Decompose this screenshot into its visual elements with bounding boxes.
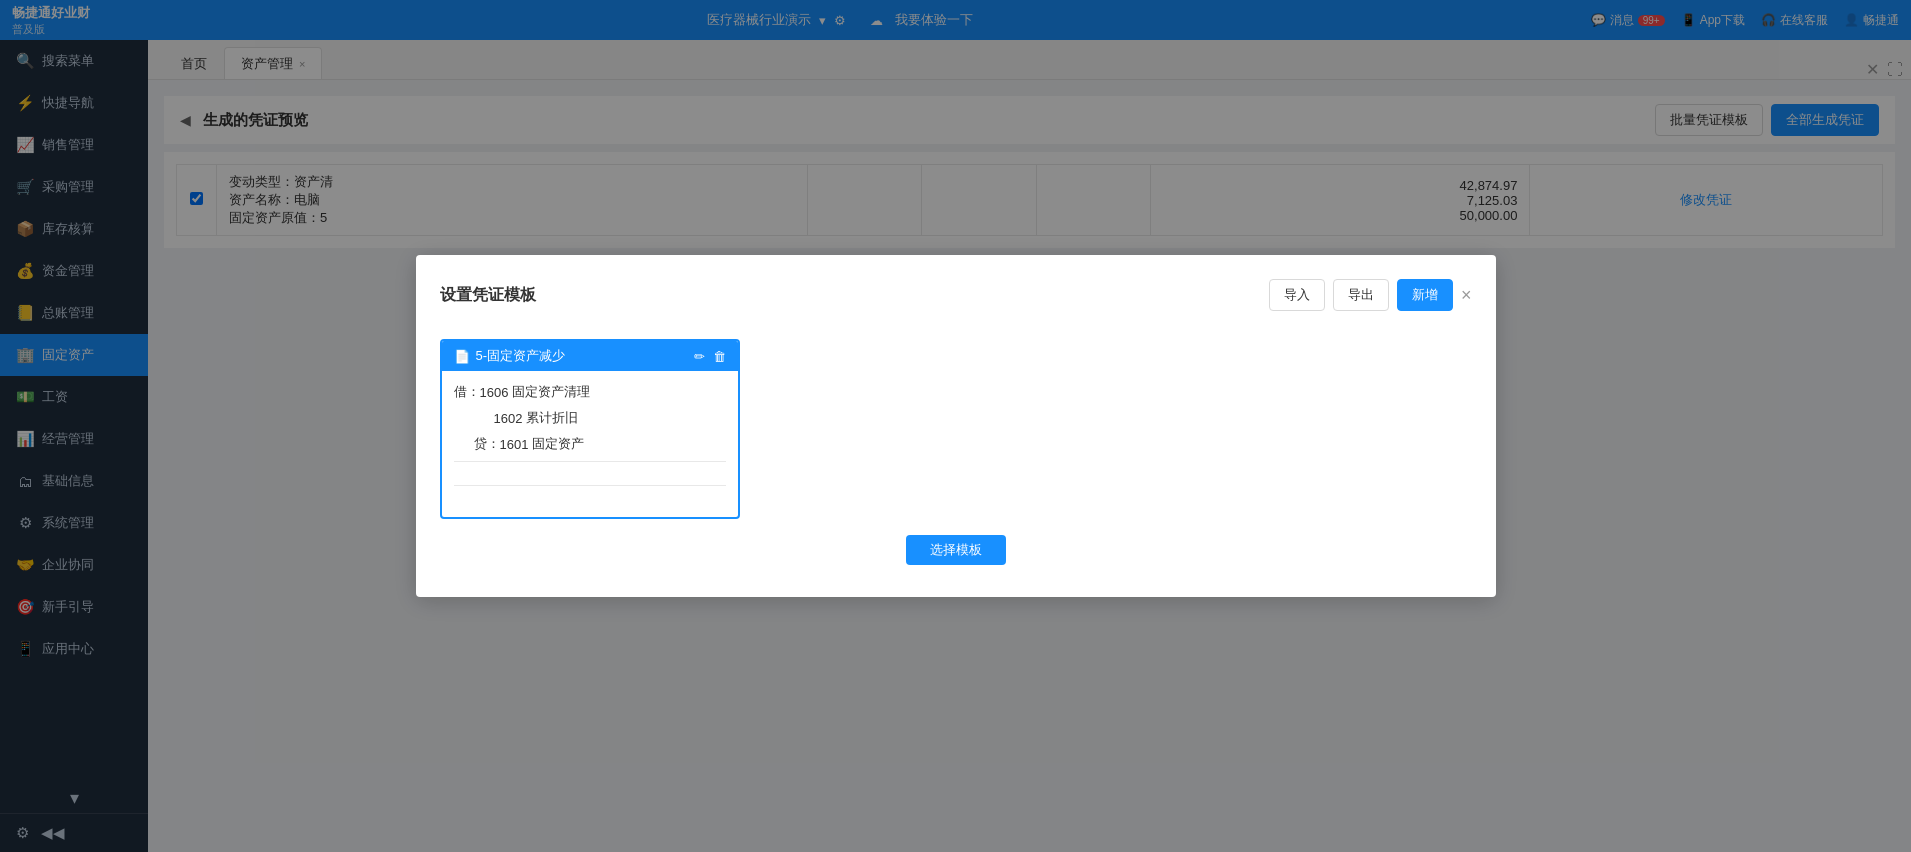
set-voucher-template-dialog: 设置凭证模板 导入 导出 新增 × 📄 5-固定资产减少 [416, 255, 1496, 597]
dialog-toolbar: 导入 导出 新增 [1269, 279, 1453, 311]
entry-code: 1601 [500, 437, 529, 452]
template-card: 📄 5-固定资产减少 ✏ 🗑 借： 1606 固定资产清理 [440, 339, 740, 519]
entry-credit-label: 贷： [474, 435, 500, 453]
entry-name: 累计折旧 [526, 409, 578, 427]
entry-name: 固定资产清理 [512, 383, 590, 401]
dialog-overlay: 设置凭证模板 导入 导出 新增 × 📄 5-固定资产减少 [0, 0, 1911, 852]
template-entry-row: 贷： 1601 固定资产 [454, 431, 726, 457]
entry-code: 1602 [494, 411, 523, 426]
template-edit-icon[interactable]: ✏ [694, 349, 705, 364]
entry-name: 固定资产 [532, 435, 584, 453]
select-template-btn[interactable]: 选择模板 [906, 535, 1006, 565]
dialog-title: 设置凭证模板 [440, 285, 536, 306]
template-entries: 借： 1606 固定资产清理 1602 累计折旧 贷： 1601 固定资产 [442, 371, 738, 517]
dialog-header: 设置凭证模板 导入 导出 新增 × [440, 279, 1472, 311]
entry-debit-label: 借： [454, 383, 480, 401]
import-btn[interactable]: 导入 [1269, 279, 1325, 311]
template-entry-row: 借： 1606 固定资产清理 [454, 379, 726, 405]
template-doc-icon: 📄 [454, 349, 470, 364]
entry-code: 1606 [480, 385, 509, 400]
template-name: 5-固定资产减少 [476, 347, 566, 365]
export-btn[interactable]: 导出 [1333, 279, 1389, 311]
dialog-close-btn[interactable]: × [1461, 285, 1472, 306]
template-delete-icon[interactable]: 🗑 [713, 349, 726, 364]
dialog-body: 📄 5-固定资产减少 ✏ 🗑 借： 1606 固定资产清理 [440, 331, 1472, 573]
template-entry-row: 1602 累计折旧 [454, 405, 726, 431]
template-card-header: 📄 5-固定资产减少 ✏ 🗑 [442, 341, 738, 371]
new-template-btn[interactable]: 新增 [1397, 279, 1453, 311]
